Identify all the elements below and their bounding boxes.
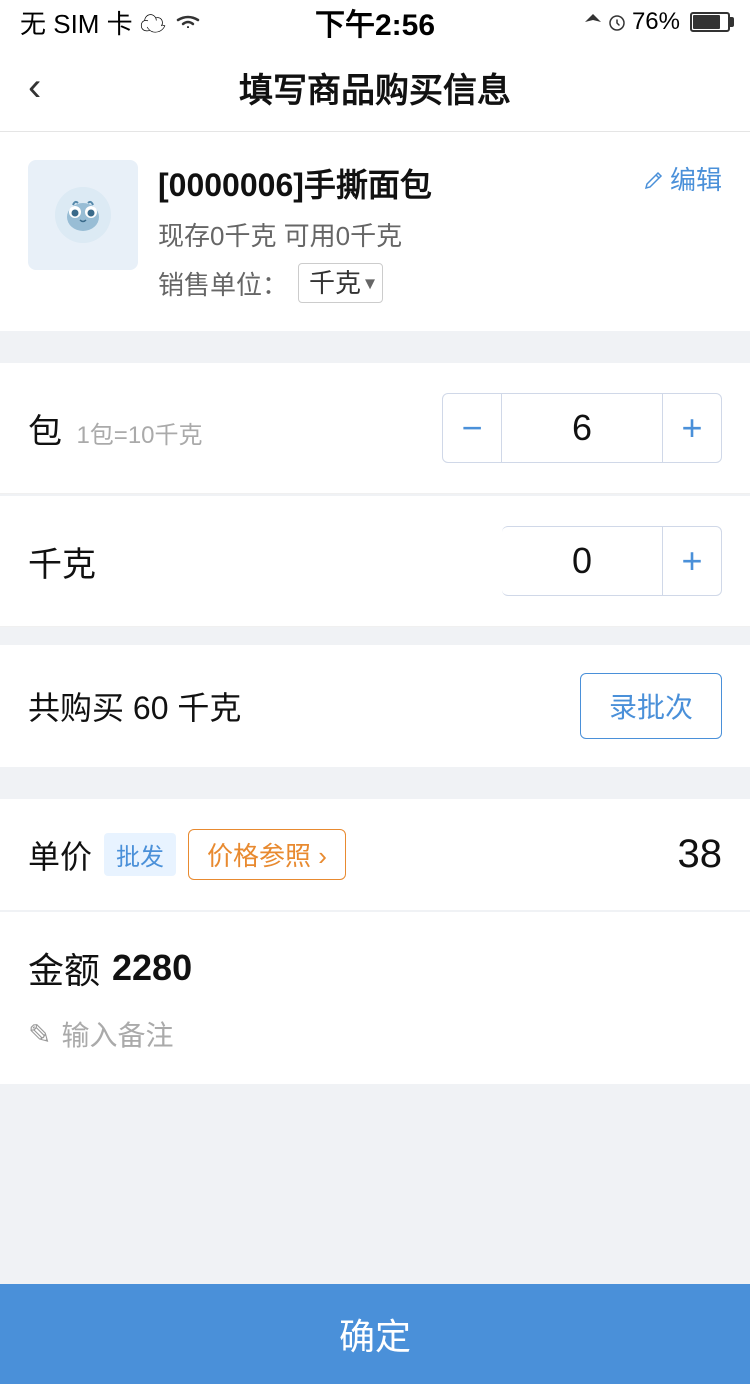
price-section: 单价 批发 价格参照 › 38 — [0, 799, 750, 910]
unit-select[interactable]: 千克 — [298, 263, 383, 303]
edit-icon — [644, 168, 666, 190]
wifi-icon — [174, 12, 202, 32]
edit-label: 编辑 — [670, 160, 722, 197]
price-ref-button[interactable]: 价格参照 › — [188, 829, 346, 880]
price-value: 38 — [678, 832, 723, 877]
confirm-button[interactable]: 确定 — [0, 1284, 750, 1384]
price-tag: 批发 — [104, 833, 176, 876]
bao-input[interactable] — [502, 393, 662, 463]
back-button[interactable]: ‹ — [28, 65, 41, 110]
note-placeholder[interactable]: 输入备注 — [61, 1014, 173, 1054]
bao-label-group: 包 1包=10千克 — [28, 404, 203, 453]
status-right: 76% — [584, 8, 730, 36]
unit-label: 销售单位： — [158, 265, 288, 302]
note-icon: ✎ — [28, 1018, 51, 1051]
status-bar: 无 SIM 卡 ☁ 下午2:56 76% — [0, 0, 750, 44]
sim-status: 无 SIM 卡 ☁ — [20, 4, 166, 41]
product-name: [0000006]手撕面包 — [158, 160, 432, 206]
price-left: 单价 批发 价格参照 › — [28, 829, 346, 880]
amount-value: 2280 — [112, 947, 192, 989]
bao-quantity-row: 包 1包=10千克 − + — [0, 363, 750, 494]
kg-controls: + — [502, 526, 722, 596]
bao-plus-button[interactable]: + — [662, 393, 722, 463]
product-stock: 现存0千克 可用0千克 — [158, 216, 722, 253]
kg-plus-button[interactable]: + — [662, 526, 722, 596]
product-thumbnail — [28, 160, 138, 270]
kg-input[interactable] — [502, 526, 662, 596]
product-logo — [53, 185, 113, 245]
location-icon — [584, 13, 602, 31]
price-label: 单价 — [28, 832, 92, 878]
battery-percent: 76% — [632, 8, 680, 36]
unit-select-wrapper[interactable]: 千克 — [298, 263, 383, 303]
separator-3 — [0, 783, 750, 799]
kg-quantity-row: 千克 + — [0, 496, 750, 627]
bao-minus-button[interactable]: − — [442, 393, 502, 463]
separator-1 — [0, 347, 750, 363]
product-card: [0000006]手撕面包 编辑 现存0千克 可用0千克 销售单位： 千克 — [0, 132, 750, 331]
product-info: [0000006]手撕面包 编辑 现存0千克 可用0千克 销售单位： 千克 — [158, 160, 722, 303]
amount-section: 金额 2280 ✎ 输入备注 — [0, 912, 750, 1084]
bao-label: 包 — [28, 413, 62, 451]
product-header: [0000006]手撕面包 编辑 — [158, 160, 722, 216]
main-content: [0000006]手撕面包 编辑 现存0千克 可用0千克 销售单位： 千克 — [0, 132, 750, 1284]
total-row: 共购买 60 千克 录批次 — [0, 645, 750, 767]
separator-2 — [0, 629, 750, 645]
total-text: 共购买 60 千克 — [28, 683, 241, 729]
battery-icon — [690, 12, 730, 32]
kg-label: 千克 — [28, 537, 96, 586]
amount-row: 金额 2280 — [28, 942, 722, 994]
status-left: 无 SIM 卡 ☁ — [20, 4, 202, 41]
bao-hint: 1包=10千克 — [76, 422, 202, 449]
bao-controls: − + — [442, 393, 722, 463]
edit-button[interactable]: 编辑 — [644, 160, 722, 197]
note-row[interactable]: ✎ 输入备注 — [28, 1014, 722, 1054]
nav-bar: ‹ 填写商品购买信息 — [0, 44, 750, 132]
page-title: 填写商品购买信息 — [239, 63, 511, 112]
alarm-icon — [608, 13, 626, 31]
status-time: 下午2:56 — [315, 0, 435, 44]
amount-label: 金额 — [28, 942, 100, 994]
bottom-space — [0, 1084, 750, 1284]
batch-button[interactable]: 录批次 — [580, 673, 722, 739]
product-unit-row: 销售单位： 千克 — [158, 263, 722, 303]
